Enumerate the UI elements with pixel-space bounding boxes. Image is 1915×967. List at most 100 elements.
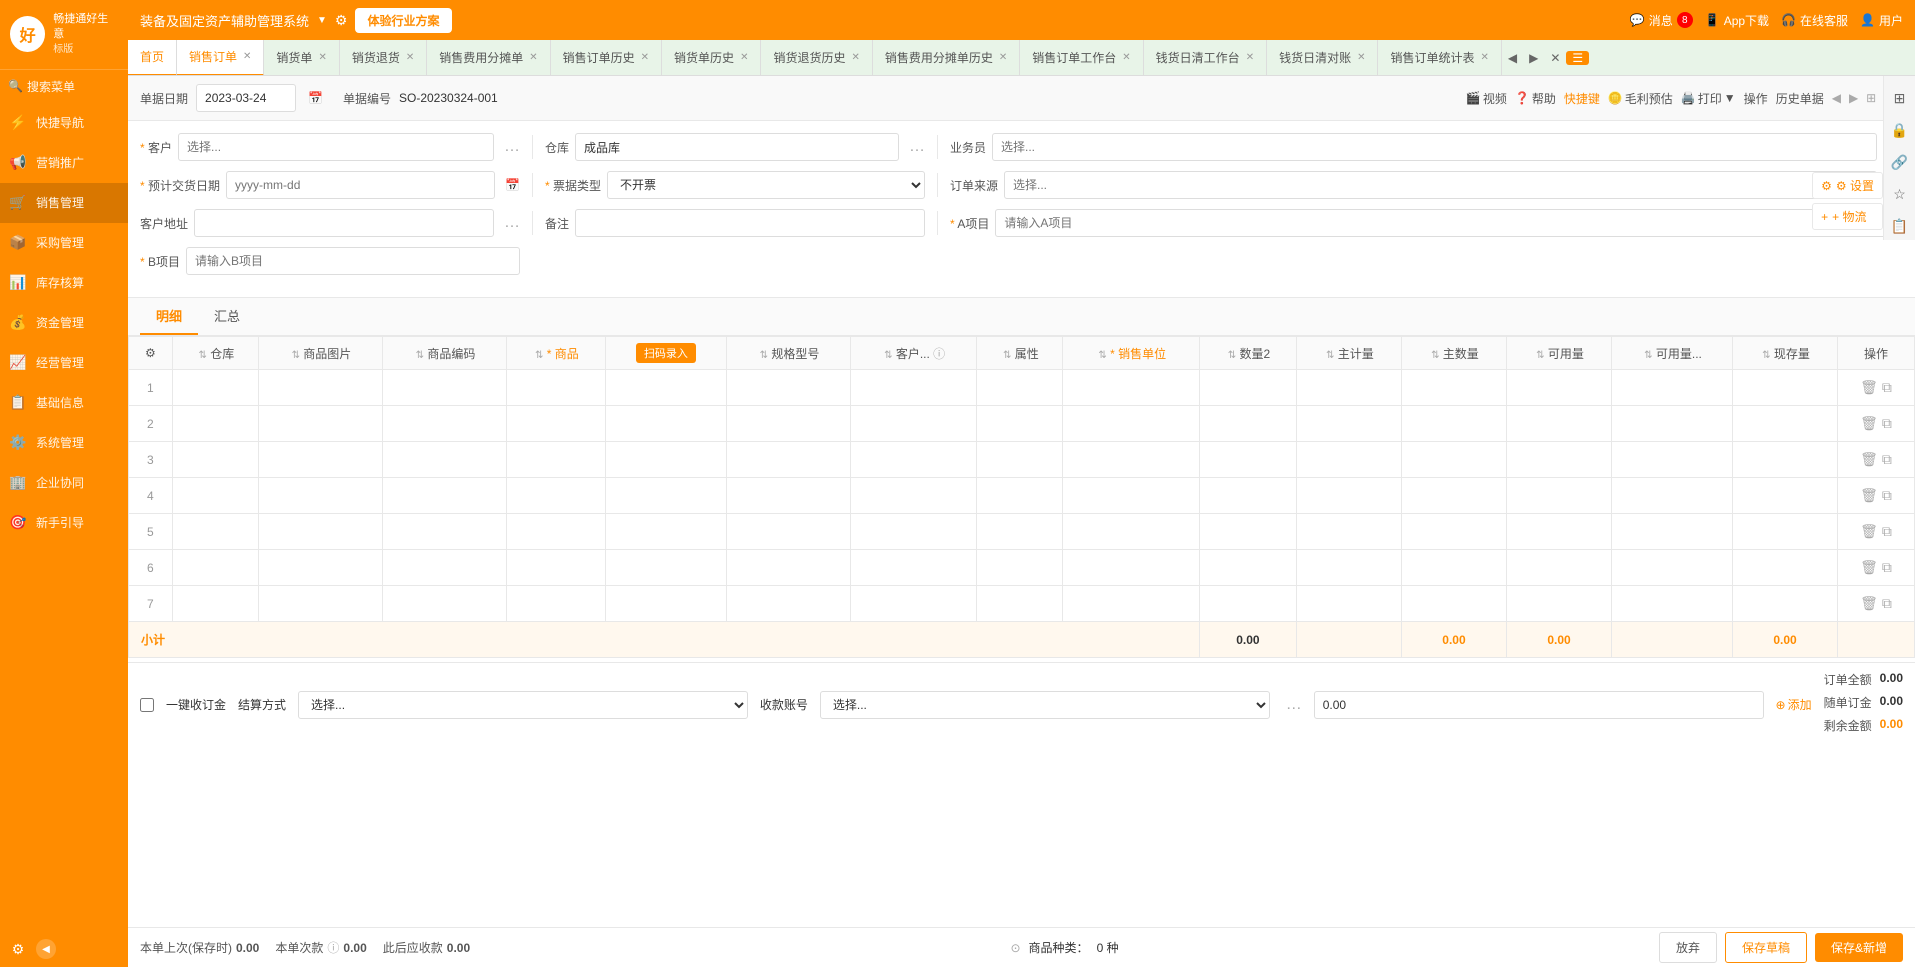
date-input[interactable] (196, 84, 296, 112)
tab-reconcile[interactable]: 钱货日清对账 ✕ (1267, 40, 1378, 76)
notes-input[interactable] (575, 209, 925, 237)
history-link[interactable]: 历史单据 (1776, 90, 1824, 107)
a-project-input[interactable] (995, 209, 1903, 237)
qty2-sort-icon[interactable]: ⇅ (1228, 350, 1236, 361)
invoice-type-select[interactable]: 不开票 (607, 171, 925, 199)
sidebar-item-basicinfo[interactable]: 📋 基础信息 (0, 383, 128, 423)
row-delete-btn[interactable]: 🗑 (1860, 487, 1878, 504)
customer-input[interactable] (178, 133, 494, 161)
settings-icon[interactable]: ⚙ (335, 12, 348, 29)
save-btn[interactable]: 保存&新增 (1815, 933, 1903, 962)
tab-close-goods-history[interactable]: ✕ (740, 52, 748, 63)
row-delete-btn[interactable]: 🗑 (1860, 379, 1878, 396)
b-project-input[interactable] (186, 247, 520, 275)
tab-goods-history[interactable]: 销货单历史 ✕ (662, 40, 761, 76)
tab-detail[interactable]: 明细 (140, 298, 198, 335)
delivery-calendar-icon[interactable]: 📅 (505, 178, 520, 192)
tab-sales-order[interactable]: 销售订单 ✕ (177, 40, 264, 76)
sidebar-item-system[interactable]: ⚙️ 系统管理 (0, 423, 128, 463)
delivery-date-input[interactable] (226, 171, 495, 199)
app-download-btn[interactable]: 📱 App下载 (1705, 12, 1769, 29)
tab-fee-history[interactable]: 销售费用分摊单历史 ✕ (873, 40, 1020, 76)
unit-sort-icon[interactable]: ⇅ (1098, 350, 1106, 361)
nav-right-btn[interactable]: ▶ (1849, 91, 1858, 105)
row-copy-btn[interactable]: ⧉ (1882, 595, 1892, 612)
spec-sort-icon[interactable]: ⇅ (760, 350, 768, 361)
attribute-sort-icon[interactable]: ⇅ (1003, 350, 1011, 361)
tab-close-all-btn[interactable]: ✕ (1544, 51, 1566, 65)
tab-statistics[interactable]: 销售订单统计表 ✕ (1378, 40, 1501, 76)
operations-link[interactable]: 操作 (1744, 90, 1768, 107)
col-settings[interactable]: ⚙ (129, 337, 173, 370)
tab-close-sales-goods[interactable]: ✕ (318, 52, 326, 63)
sidebar-search[interactable]: 🔍 搜索菜单 (0, 70, 128, 103)
row-delete-btn[interactable]: 🗑 (1860, 523, 1878, 540)
row-copy-btn[interactable]: ⧉ (1882, 415, 1892, 432)
warehouse-sort-icon[interactable]: ⇅ (198, 350, 206, 361)
sidebar-item-enterprise[interactable]: 🏢 企业协同 (0, 463, 128, 503)
payment-amount[interactable] (1314, 691, 1764, 719)
settings-bottom-icon[interactable]: ⚙ (8, 939, 28, 959)
sidebar-item-operations[interactable]: 📈 经营管理 (0, 343, 128, 383)
grid-view-btn[interactable]: ⊞ (1866, 91, 1876, 105)
row-delete-btn[interactable]: 🗑 (1860, 415, 1878, 432)
nav-left-btn[interactable]: ◀ (1832, 91, 1841, 105)
print-link[interactable]: 🖨️ 打印 ▼ (1681, 90, 1736, 107)
customer-address-input[interactable] (194, 209, 494, 237)
profit-link[interactable]: 🪙 毛利预估 (1608, 90, 1673, 107)
tab-close-reconcile[interactable]: ✕ (1357, 52, 1365, 63)
row-copy-btn[interactable]: ⧉ (1882, 523, 1892, 540)
sidebar-item-finance[interactable]: 💰 资金管理 (0, 303, 128, 343)
right-panel-btn-3[interactable]: 🔗 (1886, 148, 1914, 176)
main-unit-sort-icon[interactable]: ⇅ (1326, 350, 1334, 361)
account-select[interactable]: 选择... (820, 691, 1270, 719)
tab-menu-btn[interactable]: ☰ (1566, 51, 1589, 65)
quick-checkout-checkbox[interactable] (140, 698, 154, 712)
user-menu-btn[interactable]: 👤 用户 (1860, 12, 1903, 29)
tab-home[interactable]: 首页 (128, 40, 177, 76)
warehouse-more-btn[interactable]: … (909, 138, 925, 156)
warehouse-input[interactable] (575, 133, 899, 161)
scan-btn[interactable]: 扫码录入 (636, 343, 696, 363)
tab-close-fee-history[interactable]: ✕ (999, 52, 1007, 63)
sidebar-item-sales[interactable]: 🛒 销售管理 (0, 183, 128, 223)
tab-sales-fee[interactable]: 销售费用分摊单 ✕ (427, 40, 550, 76)
salesperson-input[interactable] (992, 133, 1877, 161)
right-panel-btn-2[interactable]: 🔒 (1886, 116, 1914, 144)
help-link[interactable]: ❓ 帮助 (1515, 90, 1556, 107)
available-sort-icon[interactable]: ⇅ (1536, 350, 1544, 361)
tab-close-sales-history[interactable]: ✕ (641, 52, 649, 63)
row-delete-btn[interactable]: 🗑 (1860, 595, 1878, 612)
order-source-input[interactable] (1004, 171, 1877, 199)
code-sort-icon[interactable]: ⇅ (416, 350, 424, 361)
industry-btn[interactable]: 体验行业方案 (355, 8, 451, 33)
view-link[interactable]: 🎬 视频 (1466, 90, 1507, 107)
tab-daily-clear[interactable]: 钱货日清工作台 ✕ (1144, 40, 1267, 76)
add-payment-btn[interactable]: ⊕ 添加 (1776, 696, 1812, 713)
main-qty-sort-icon[interactable]: ⇅ (1431, 350, 1439, 361)
right-panel-btn-1[interactable]: ⊞ (1886, 84, 1914, 112)
row-copy-btn[interactable]: ⧉ (1882, 451, 1892, 468)
messages-btn[interactable]: 💬 消息 8 (1630, 12, 1693, 29)
tab-next-btn[interactable]: ▶ (1523, 51, 1544, 65)
row-delete-btn[interactable]: 🗑 (1860, 451, 1878, 468)
tab-close-daily-clear[interactable]: ✕ (1246, 52, 1254, 63)
tab-sales-return[interactable]: 销货退货 ✕ (340, 40, 427, 76)
current-sort-icon[interactable]: ⇅ (1762, 350, 1770, 361)
tab-close-workbench[interactable]: ✕ (1122, 52, 1130, 63)
image-sort-icon[interactable]: ⇅ (292, 350, 300, 361)
tab-close-sales-order[interactable]: ✕ (243, 51, 251, 62)
row-copy-btn[interactable]: ⧉ (1882, 487, 1892, 504)
customer-code-sort-icon[interactable]: ⇅ (884, 350, 892, 361)
discard-btn[interactable]: 放弃 (1659, 932, 1717, 963)
tab-close-sales-return[interactable]: ✕ (406, 52, 414, 63)
tab-prev-btn[interactable]: ◀ (1502, 51, 1523, 65)
tab-close-return-history[interactable]: ✕ (851, 52, 859, 63)
available2-sort-icon[interactable]: ⇅ (1644, 350, 1652, 361)
address-more-btn[interactable]: … (504, 214, 520, 232)
draft-btn[interactable]: 保存草稿 (1725, 932, 1807, 963)
right-panel-btn-5[interactable]: 📋 (1886, 212, 1914, 240)
sidebar-collapse-btn[interactable]: ◀ (36, 939, 56, 959)
shortcut-link[interactable]: 快捷键 (1564, 90, 1600, 107)
row-copy-btn[interactable]: ⧉ (1882, 559, 1892, 576)
